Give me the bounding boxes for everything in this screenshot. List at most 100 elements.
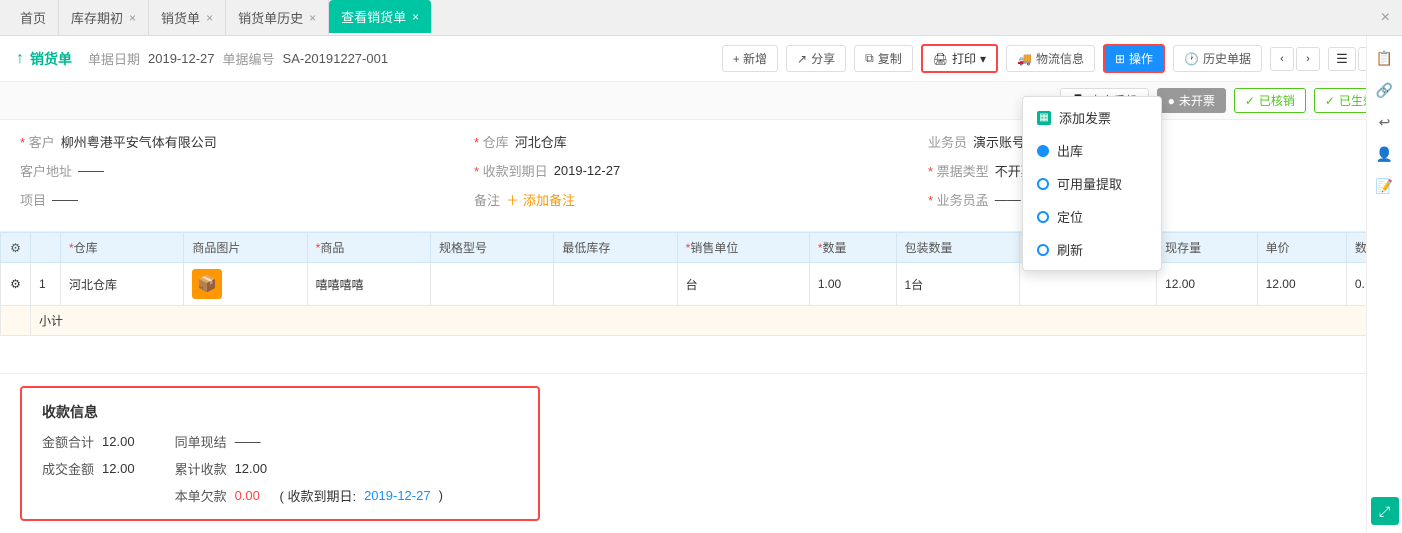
circle-icon: ●: [1168, 94, 1175, 108]
address-label: 客户地址: [20, 161, 72, 180]
outbound-icon: [1037, 145, 1049, 157]
print-icon: 🖨: [933, 52, 948, 66]
warehouse-value: 河北仓库: [515, 132, 567, 151]
subtotal-label: 小计: [31, 306, 1402, 336]
next-arrow[interactable]: ›: [1296, 47, 1320, 71]
project-value: ——: [52, 192, 78, 207]
warehouse-field: 仓库 河北仓库: [474, 132, 928, 151]
tab-sales-history-close[interactable]: ×: [309, 11, 316, 25]
share-icon: ↗: [797, 52, 807, 66]
operate-dropdown: ▦ 添加发票 出库 可用量提取 定位 刷新: [1022, 96, 1162, 271]
warehouse-label: 仓库: [474, 132, 509, 151]
date-label: 单据日期: [88, 49, 140, 68]
transaction-value: 12.00: [102, 461, 135, 476]
operate-button[interactable]: ⊞ 操作: [1103, 44, 1165, 73]
row-gear[interactable]: ⚙: [1, 263, 31, 306]
subtotal-gear: [1, 306, 31, 336]
table-row: ⚙ 1 河北仓库 📦 嘻嘻嘻嘻 台 1.00 1台 12.00 12.00 0.: [1, 263, 1402, 306]
total-amount-value: 12.00: [102, 434, 135, 449]
copy-button[interactable]: ⧉ 复制: [854, 45, 913, 72]
address-value: ——: [78, 163, 104, 178]
print-dropdown-icon: ▾: [980, 52, 986, 66]
history-icon: 🕐: [1184, 52, 1199, 66]
add-invoice-icon: ▦: [1037, 111, 1051, 125]
list-view-btn[interactable]: ☰: [1328, 47, 1356, 71]
accumulated-value: 12.00: [235, 461, 268, 476]
doc-meta: 单据日期 2019-12-27 单据编号 SA-20191227-001: [88, 49, 388, 68]
col-warehouse: *仓库: [61, 233, 184, 263]
tab-view-sales[interactable]: 查看销货单 ×: [329, 0, 432, 35]
due-date-label: 收款到期日: [474, 161, 548, 180]
staff2-label: 业务员孟: [928, 190, 989, 209]
not-opened-button[interactable]: ● 未开票: [1157, 88, 1226, 113]
col-num: [31, 233, 61, 263]
main-content: ↑ 销货单 单据日期 2019-12-27 单据编号 SA-20191227-0…: [0, 36, 1402, 533]
form-row-1: 客户 柳州粤港平安气体有限公司 仓库 河北仓库 业务员 演示账号: [20, 132, 1382, 151]
number-label: 单据编号: [223, 49, 275, 68]
menu-outbound[interactable]: 出库: [1023, 134, 1161, 167]
transaction-item: 成交金额 12.00: [42, 459, 135, 478]
date-value: 2019-12-27: [148, 51, 215, 66]
product-table-container: ⚙ *仓库 商品图片 *商品 规格型号 最低库存 *销售单位 *数量 包装数量 …: [0, 231, 1402, 373]
history-button[interactable]: 🕐 历史单据: [1173, 45, 1262, 72]
receipt-title: 收款信息: [42, 402, 518, 422]
ticket-type-label: 票据类型: [928, 161, 989, 180]
doc-header: ↑ 销货单 单据日期 2019-12-27 单据编号 SA-20191227-0…: [0, 36, 1402, 82]
col-sales-unit: *销售单位: [677, 233, 809, 263]
menu-refresh[interactable]: 刷新: [1023, 233, 1161, 266]
tab-sales-history[interactable]: 销货单历史 ×: [226, 0, 329, 35]
sidebar-icon-2[interactable]: 🔗: [1371, 76, 1399, 104]
tab-sales-close[interactable]: ×: [206, 11, 213, 25]
col-current-stock: 现存量: [1157, 233, 1258, 263]
staff2-value: ——: [995, 192, 1021, 207]
bottom-section: 收款信息 金额合计 12.00 成交金额 12.00 同单现结 ——: [0, 373, 1402, 533]
row-spec: [430, 263, 553, 306]
col-image: 商品图片: [184, 233, 307, 263]
logistics-button[interactable]: 🚚 物流信息: [1006, 45, 1095, 72]
print-button[interactable]: 🖨 打印 ▾: [921, 44, 998, 73]
row-quantity: 1.00: [809, 263, 896, 306]
effect-icon: ✓: [1325, 94, 1335, 108]
tab-bar: 首页 库存期初 × 销货单 × 销货单历史 × 查看销货单 × ×: [0, 0, 1402, 36]
sidebar-icon-5[interactable]: 📝: [1371, 172, 1399, 200]
due-date-value: 2019-12-27: [554, 163, 621, 178]
menu-add-invoice[interactable]: ▦ 添加发票: [1023, 101, 1161, 134]
note-label: 备注: [474, 190, 500, 209]
share-button[interactable]: ↗ 分享: [786, 45, 846, 72]
sidebar-icon-3[interactable]: ↩: [1371, 108, 1399, 136]
tab-view-sales-close[interactable]: ×: [412, 10, 419, 24]
same-order-value: ——: [235, 434, 261, 449]
close-all-tabs[interactable]: ×: [1381, 9, 1390, 27]
doc-actions: + 新增 ↗ 分享 ⧉ 复制 🖨 打印 ▾ 🚚 物流信息 ⊞ 操作: [722, 44, 1386, 73]
col-min-stock: 最低库存: [554, 233, 677, 263]
col-gear[interactable]: ⚙: [1, 233, 31, 263]
staff-label: 业务员: [928, 132, 967, 151]
prev-arrow[interactable]: ‹: [1270, 47, 1294, 71]
address-field: 客户地址 ——: [20, 161, 474, 180]
staff-value: 演示账号: [973, 132, 1025, 151]
subtotal-row: 小计: [1, 306, 1402, 336]
new-button[interactable]: + 新增: [722, 45, 778, 72]
tab-inventory-close[interactable]: ×: [129, 11, 136, 25]
tab-home[interactable]: 首页: [8, 0, 59, 35]
col-unit-price: 单价: [1257, 233, 1346, 263]
col-pack-qty: 包装数量: [896, 233, 1019, 263]
col-product: *商品: [307, 233, 430, 263]
tab-inventory[interactable]: 库存期初 ×: [59, 0, 149, 35]
operate-icon: ⊞: [1115, 52, 1125, 66]
doc-title-text: 销货单: [30, 49, 72, 69]
sidebar-icon-1[interactable]: 📋: [1371, 44, 1399, 72]
product-image: 📦: [192, 269, 222, 299]
doc-title: ↑ 销货单: [16, 49, 72, 69]
copy-icon: ⧉: [865, 51, 874, 66]
total-amount-item: 金额合计 12.00: [42, 432, 135, 451]
tab-sales[interactable]: 销货单 ×: [149, 0, 226, 35]
row-unit-price: 12.00: [1257, 263, 1346, 306]
add-note-button[interactable]: ＋ 添加备注: [506, 190, 575, 209]
row-image: 📦: [184, 263, 307, 306]
same-order-item: 同单现结 ——: [175, 432, 443, 451]
sidebar-icon-4[interactable]: 👤: [1371, 140, 1399, 168]
menu-locate[interactable]: 定位: [1023, 200, 1161, 233]
menu-available-qty[interactable]: 可用量提取: [1023, 167, 1161, 200]
sidebar-icon-expand[interactable]: ⤢: [1371, 497, 1399, 525]
